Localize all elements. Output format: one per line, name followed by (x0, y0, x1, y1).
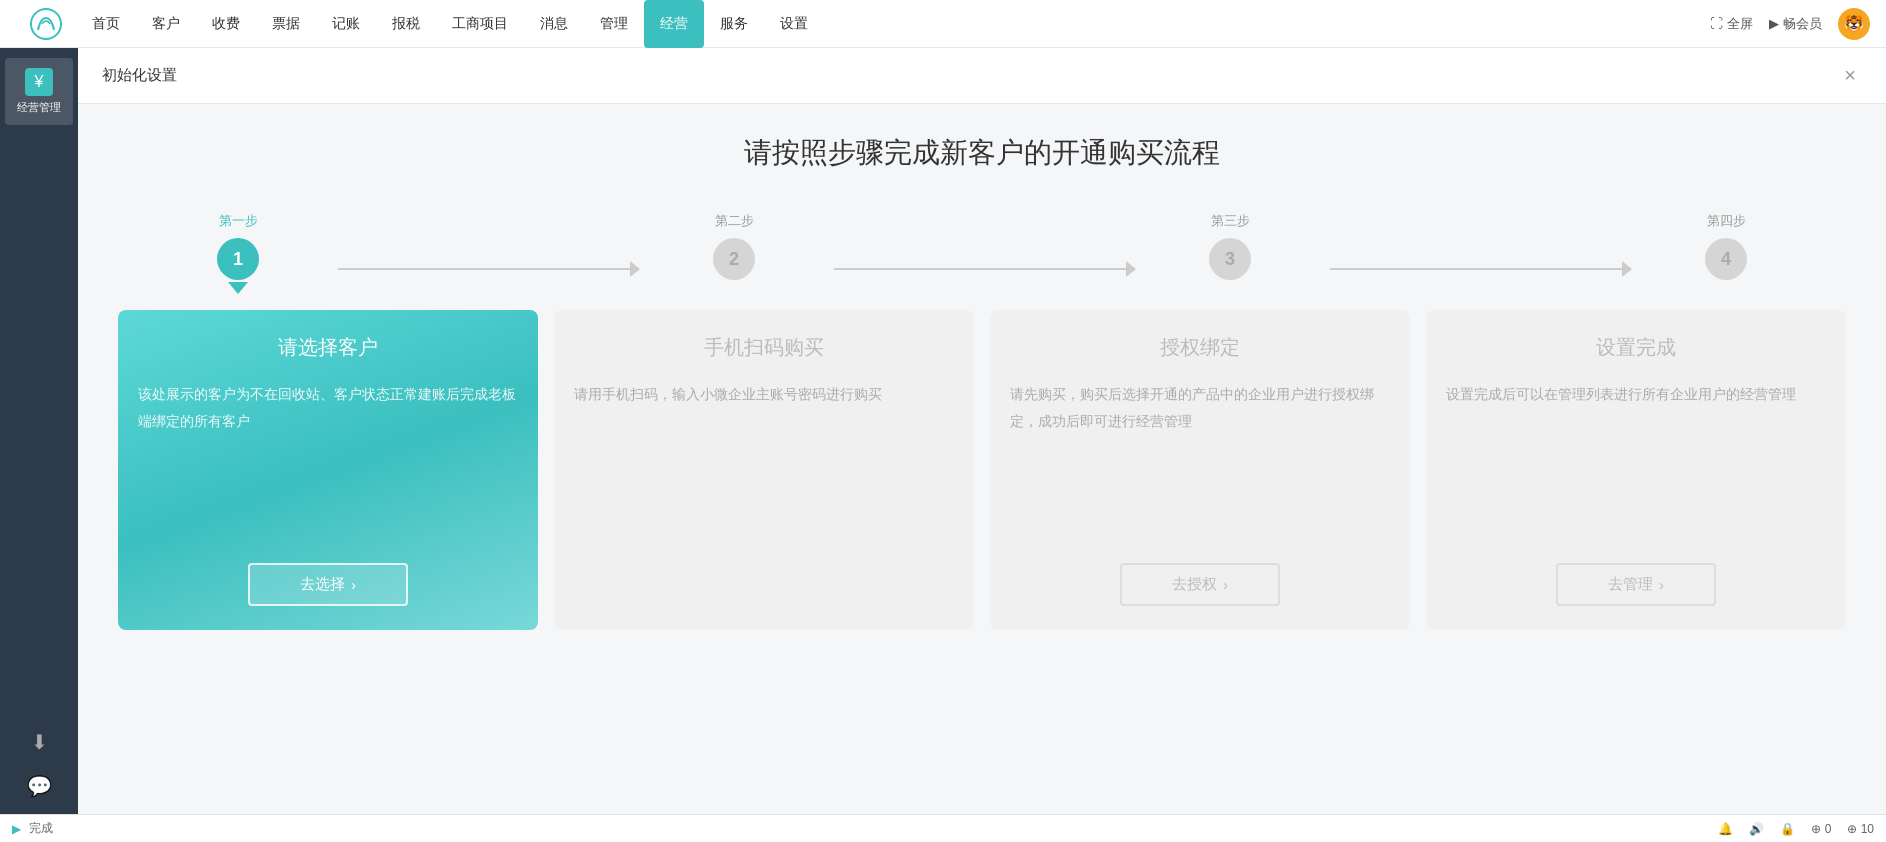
status-text: 完成 (29, 820, 53, 837)
step-2-circle: 2 (713, 238, 755, 280)
nav-home[interactable]: 首页 (76, 0, 136, 48)
sidebar-download-icon[interactable]: ⬇ (25, 724, 54, 760)
nav-settings[interactable]: 设置 (764, 0, 824, 48)
card-1: 请选择客户 该处展示的客户为不在回收站、客户状态正常建账后完成老板端绑定的所有客… (118, 310, 538, 630)
card-3-button-label: 去授权 (1172, 575, 1217, 594)
card-3: 授权绑定 请先购买，购买后选择开通的产品中的企业用户进行授权绑定，成功后即可进行… (990, 310, 1410, 630)
sidebar-operation-label: 经营管理 (17, 100, 61, 115)
nav-customer[interactable]: 客户 (136, 0, 196, 48)
page-title: 初始化设置 (102, 66, 177, 85)
card-1-button[interactable]: 去选择 › (248, 563, 408, 606)
card-1-arrow-icon: › (351, 576, 356, 593)
card-1-desc: 该处展示的客户为不在回收站、客户状态正常建账后完成老板端绑定的所有客户 (138, 381, 518, 462)
lock-icon[interactable]: 🔒 (1780, 822, 1795, 836)
nav-fee[interactable]: 收费 (196, 0, 256, 48)
nav-operation[interactable]: 经营 (644, 0, 704, 48)
card-4: 设置完成 设置完成后可以在管理列表进行所有企业用户的经营管理 去管理 › (1426, 310, 1846, 630)
step-3-node: 第三步 3 (1130, 212, 1330, 280)
close-button[interactable]: × (1838, 62, 1862, 89)
member-btn[interactable]: ▶ 畅会员 (1769, 15, 1822, 33)
card-4-title: 设置完成 (1446, 334, 1826, 361)
step-1-node: 第一步 1 (138, 212, 338, 294)
top-nav: 首页 客户 收费 票据 记账 报税 工商项目 消息 管理 经营 服务 设置 ⛶ … (0, 0, 1886, 48)
sidebar-bottom: ⬇ 💬 (21, 724, 58, 814)
svg-point-0 (31, 9, 61, 39)
page-header: 初始化设置 × (78, 48, 1886, 104)
sidebar-operation[interactable]: ¥ 经营管理 (5, 58, 73, 125)
setup-heading: 请按照步骤完成新客户的开通购买流程 (118, 134, 1846, 172)
notification-icon[interactable]: 🔔 (1718, 822, 1733, 836)
card-3-title: 授权绑定 (1010, 334, 1390, 361)
connector-1-2 (338, 268, 634, 270)
card-3-button[interactable]: 去授权 › (1120, 563, 1280, 606)
fullscreen-icon: ⛶ (1710, 16, 1723, 31)
step-2-node: 第二步 2 (634, 212, 834, 280)
sidebar-operation-icon: ¥ (25, 68, 53, 96)
counter-10: ⊕ 10 (1847, 822, 1874, 836)
counter-0: ⊕ 0 (1811, 822, 1831, 836)
steps-flow: 第一步 1 第二步 2 第三步 3 (118, 212, 1846, 294)
card-3-desc: 请先购买，购买后选择开通的产品中的企业用户进行授权绑定，成功后即可进行经营管理 (1010, 381, 1390, 462)
step-1-circle: 1 (217, 238, 259, 280)
nav-account[interactable]: 记账 (316, 0, 376, 48)
card-2-title: 手机扫码购买 (574, 334, 954, 361)
step-1-label: 第一步 (219, 212, 258, 230)
avatar[interactable]: 🐯 (1838, 8, 1870, 40)
card-4-desc: 设置完成后可以在管理列表进行所有企业用户的经营管理 (1446, 381, 1826, 462)
card-4-button-label: 去管理 (1608, 575, 1653, 594)
member-icon: ▶ (1769, 16, 1779, 31)
connector-3-4 (1330, 268, 1626, 270)
step-1-pointer (228, 282, 248, 294)
status-bar: ▶ 完成 🔔 🔊 🔒 ⊕ 0 ⊕ 10 (0, 814, 1886, 842)
member-label: 畅会员 (1783, 15, 1822, 33)
step-3-circle: 3 (1209, 238, 1251, 280)
connector-2-3 (834, 268, 1130, 270)
card-2-desc: 请用手机扫码，输入小微企业主账号密码进行购买 (574, 381, 954, 606)
step-4-label: 第四步 (1707, 212, 1746, 230)
nav-right: ⛶ 全屏 ▶ 畅会员 🐯 (1710, 8, 1870, 40)
play-icon: ▶ (12, 822, 21, 836)
status-right: 🔔 🔊 🔒 ⊕ 0 ⊕ 10 (1718, 822, 1874, 836)
nav-items: 首页 客户 收费 票据 记账 报税 工商项目 消息 管理 经营 服务 设置 (76, 0, 1710, 48)
card-4-button[interactable]: 去管理 › (1556, 563, 1716, 606)
card-3-arrow-icon: › (1223, 576, 1228, 593)
step-4-circle: 4 (1705, 238, 1747, 280)
card-2: 手机扫码购买 请用手机扫码，输入小微企业主账号密码进行购买 (554, 310, 974, 630)
card-4-arrow-icon: › (1659, 576, 1664, 593)
volume-icon[interactable]: 🔊 (1749, 822, 1764, 836)
nav-manage[interactable]: 管理 (584, 0, 644, 48)
step-2-label: 第二步 (715, 212, 754, 230)
card-1-button-label: 去选择 (300, 575, 345, 594)
card-1-title: 请选择客户 (138, 334, 518, 361)
step-3-label: 第三步 (1211, 212, 1250, 230)
fullscreen-btn[interactable]: ⛶ 全屏 (1710, 15, 1753, 33)
step-4-node: 第四步 4 (1626, 212, 1826, 280)
nav-biz[interactable]: 工商项目 (436, 0, 524, 48)
nav-tax[interactable]: 报税 (376, 0, 436, 48)
nav-service[interactable]: 服务 (704, 0, 764, 48)
main-content: 初始化设置 × 请按照步骤完成新客户的开通购买流程 第一步 1 第二步 2 (78, 48, 1886, 814)
nav-logo (16, 8, 76, 40)
setup-content: 请按照步骤完成新客户的开通购买流程 第一步 1 第二步 2 (78, 104, 1886, 670)
nav-msg[interactable]: 消息 (524, 0, 584, 48)
sidebar: ¥ 经营管理 ⬇ 💬 (0, 48, 78, 814)
nav-bill[interactable]: 票据 (256, 0, 316, 48)
step-cards: 请选择客户 该处展示的客户为不在回收站、客户状态正常建账后完成老板端绑定的所有客… (118, 310, 1846, 630)
fullscreen-label: 全屏 (1727, 15, 1753, 33)
sidebar-chat-icon[interactable]: 💬 (21, 768, 58, 804)
